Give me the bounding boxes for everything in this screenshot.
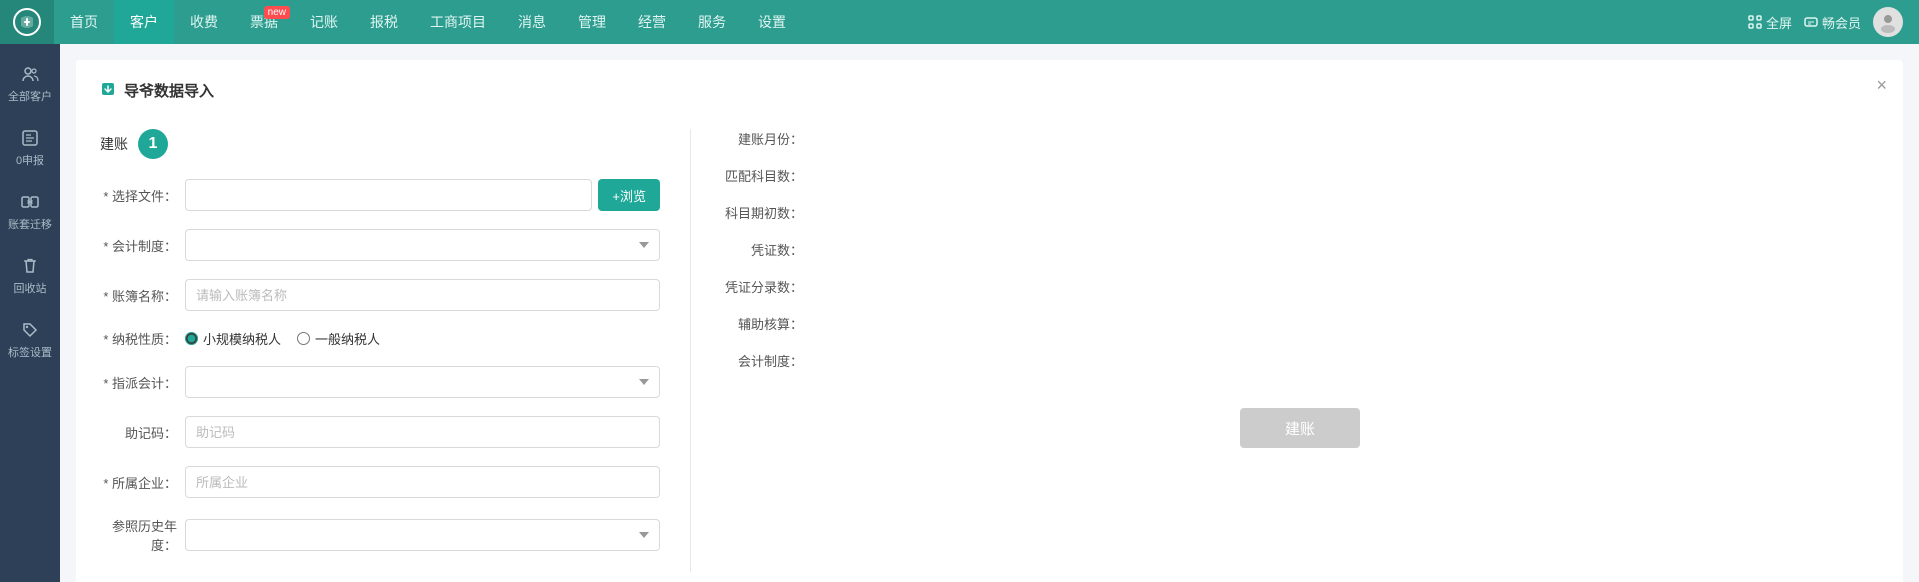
nav-item-invoices[interactable]: 票据 new	[234, 0, 294, 44]
main-content: 导爷数据导入 × 建账 1 * 选择文件：	[60, 44, 1919, 582]
nav-item-service[interactable]: 服务	[682, 0, 742, 44]
voucher-entries-row: 凭证分录数：	[721, 277, 1879, 296]
voucher-label: 凭证数：	[721, 240, 811, 259]
accounting-system-select[interactable]	[185, 229, 660, 261]
tax-small-option[interactable]: 小规模纳税人	[185, 329, 281, 348]
sidebar-item-zero-report[interactable]: 0申报	[0, 118, 60, 178]
step-number: 1	[138, 129, 168, 159]
history-year-select[interactable]	[185, 519, 660, 551]
voucher-entries-label: 凭证分录数：	[721, 277, 811, 296]
tax-general-radio[interactable]	[297, 332, 310, 345]
voucher-row: 凭证数：	[721, 240, 1879, 259]
tax-small-radio[interactable]	[185, 332, 198, 345]
aux-calc-row: 辅助核算：	[721, 314, 1879, 333]
fullscreen-button[interactable]: 全屏	[1748, 13, 1792, 32]
main-layout: 全部客户 0申报 账套迁移 回收站	[0, 44, 1919, 582]
app-logo[interactable]	[0, 0, 54, 44]
accounting-system-label: * 会计制度：	[100, 236, 185, 255]
nav-item-business[interactable]: 工商项目	[414, 0, 502, 44]
create-month-row: 建账月份：	[721, 129, 1879, 148]
memo-code-control	[185, 416, 660, 448]
subject-init-label: 科目期初数：	[721, 203, 811, 222]
create-month-label: 建账月份：	[721, 129, 811, 148]
page-title: 导爷数据导入	[124, 80, 214, 101]
sidebar-item-recycle[interactable]: 回收站	[0, 246, 60, 306]
file-input[interactable]	[185, 179, 592, 211]
match-subject-label: 匹配科目数：	[721, 166, 811, 185]
company-input[interactable]	[185, 466, 660, 498]
page-card: 导爷数据导入 × 建账 1 * 选择文件：	[76, 60, 1903, 582]
form-area: 建账 1 * 选择文件： +浏览	[100, 129, 1879, 572]
create-account-button[interactable]: 建账	[1240, 408, 1360, 448]
step-label: 建账	[100, 134, 128, 154]
nav-item-tax[interactable]: 报税	[354, 0, 414, 44]
memo-code-label: 助记码：	[100, 423, 185, 442]
top-navigation: 首页 客户 收费 票据 new 记账 报税 工商项目 消息 管理 经营 服务 设…	[0, 0, 1919, 44]
company-label: * 所属企业：	[100, 473, 185, 492]
nav-item-home[interactable]: 首页	[54, 0, 114, 44]
file-label: * 选择文件：	[100, 186, 185, 205]
match-subject-row: 匹配科目数：	[721, 166, 1879, 185]
user-avatar[interactable]	[1873, 7, 1903, 37]
form-right: 建账月份： 匹配科目数： 科目期初数： 凭证数：	[721, 129, 1879, 572]
accountant-control	[185, 366, 660, 398]
tax-type-control: 小规模纳税人 一般纳税人	[185, 329, 660, 348]
accounting-system-row: * 会计制度：	[100, 229, 660, 261]
tax-type-label: * 纳税性质：	[100, 329, 185, 348]
file-input-group: +浏览	[185, 179, 660, 211]
company-control	[185, 466, 660, 498]
subject-init-row: 科目期初数：	[721, 203, 1879, 222]
tax-type-row: * 纳税性质： 小规模纳税人 一般纳税人	[100, 329, 660, 348]
accounting-system-control	[185, 229, 660, 261]
ledger-name-input[interactable]	[185, 279, 660, 311]
nav-item-customers[interactable]: 客户	[114, 0, 174, 44]
close-button[interactable]: ×	[1876, 76, 1887, 94]
nav-menu: 首页 客户 收费 票据 new 记账 报税 工商项目 消息 管理 经营 服务 设…	[54, 0, 1748, 44]
nav-item-settings[interactable]: 设置	[742, 0, 802, 44]
sidebar-item-tag-settings[interactable]: 标签设置	[0, 310, 60, 370]
history-year-row: 参照历史年度：	[100, 516, 660, 554]
accountant-label: * 指派会计：	[100, 373, 185, 392]
nav-item-messages[interactable]: 消息	[502, 0, 562, 44]
ledger-name-label: * 账簿名称：	[100, 286, 185, 305]
form-divider	[690, 129, 691, 572]
ledger-name-control	[185, 279, 660, 311]
aux-calc-label: 辅助核算：	[721, 314, 811, 333]
info-accounting-system-label: 会计制度：	[721, 351, 811, 370]
nav-item-bookkeeping[interactable]: 记账	[294, 0, 354, 44]
left-sidebar: 全部客户 0申报 账套迁移 回收站	[0, 44, 60, 582]
accountant-row: * 指派会计：	[100, 366, 660, 398]
file-control: +浏览	[185, 179, 660, 211]
ledger-name-row: * 账簿名称：	[100, 279, 660, 311]
new-badge: new	[264, 6, 290, 19]
member-button[interactable]: 畅会员	[1804, 13, 1861, 32]
step-indicator: 建账 1	[100, 129, 168, 159]
accountant-select[interactable]	[185, 366, 660, 398]
import-icon	[100, 81, 116, 101]
info-accounting-system-row: 会计制度：	[721, 351, 1879, 370]
nav-item-management[interactable]: 管理	[562, 0, 622, 44]
nav-item-operation[interactable]: 经营	[622, 0, 682, 44]
nav-item-fees[interactable]: 收费	[174, 0, 234, 44]
tax-general-option[interactable]: 一般纳税人	[297, 329, 380, 348]
browse-button[interactable]: +浏览	[598, 179, 660, 211]
memo-code-row: 助记码：	[100, 416, 660, 448]
nav-right-area: 全屏 畅会员	[1748, 7, 1919, 37]
file-select-row: * 选择文件： +浏览	[100, 179, 660, 211]
tax-radio-group: 小规模纳税人 一般纳税人	[185, 329, 660, 348]
company-row: * 所属企业：	[100, 466, 660, 498]
memo-code-input[interactable]	[185, 416, 660, 448]
history-year-control	[185, 519, 660, 551]
page-header: 导爷数据导入	[100, 80, 1879, 101]
sidebar-item-all-customers[interactable]: 全部客户	[0, 54, 60, 114]
sidebar-item-account-migrate[interactable]: 账套迁移	[0, 182, 60, 242]
history-year-label: 参照历史年度：	[100, 516, 185, 554]
form-left: 建账 1 * 选择文件： +浏览	[100, 129, 660, 572]
